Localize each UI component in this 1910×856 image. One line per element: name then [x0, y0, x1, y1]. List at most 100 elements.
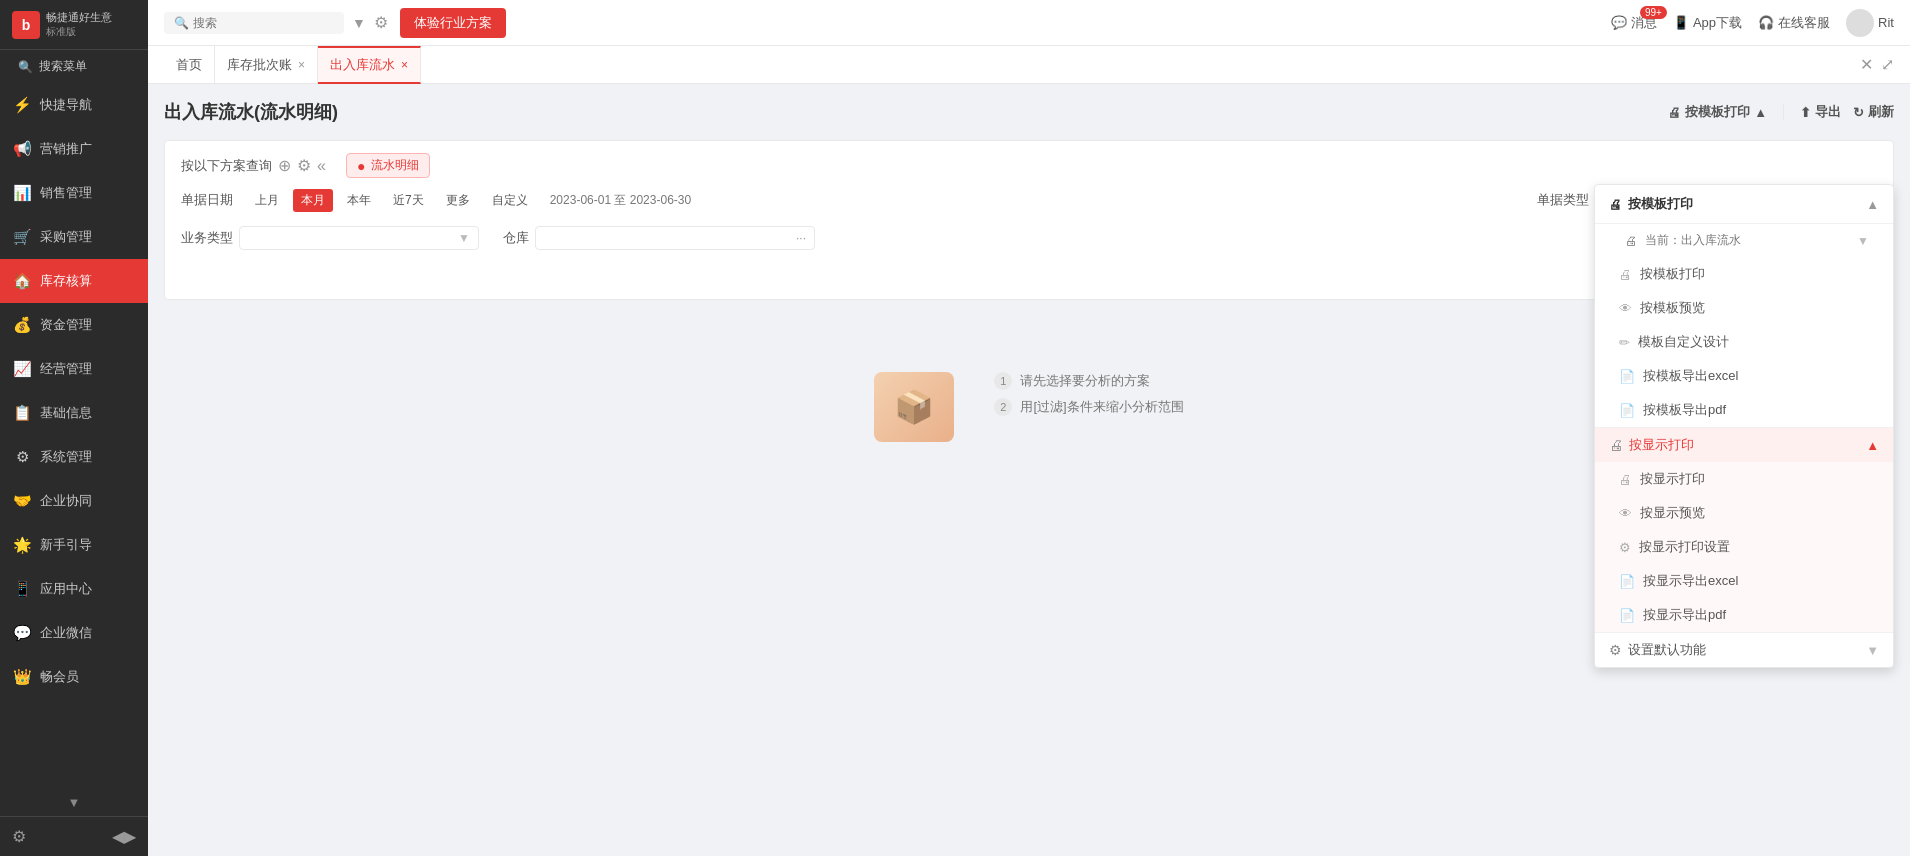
header-right: 💬 消息 99+ 📱 App下载 🎧 在线客服 Rit [1611, 9, 1894, 37]
header-dropdown-icon[interactable]: ▼ [352, 15, 366, 31]
filter-collapse-icon[interactable]: « [317, 157, 326, 175]
cooperation-icon: 🤝 [12, 491, 32, 511]
sidebar-item-guide[interactable]: 🌟 新手引导 [0, 523, 148, 567]
search-icon: 🔍 [18, 60, 33, 74]
settings-icon[interactable]: ⚙ [12, 827, 26, 846]
template-custom-icon: ✏ [1619, 335, 1630, 350]
print-dropdown-icon[interactable]: ▲ [1754, 105, 1767, 120]
display-print-settings-item[interactable]: ⚙ 按显示打印设置 [1595, 530, 1893, 564]
empty-content: 📦 1 请先选择要分析的方案 2 用[过滤]条件来缩小分析范围 [874, 372, 1183, 442]
header-gear-icon[interactable]: ⚙ [374, 13, 388, 32]
app-download-item[interactable]: 📱 App下载 [1673, 14, 1742, 32]
header-search-box[interactable]: 🔍 [164, 12, 344, 34]
date-more-btn[interactable]: 更多 [438, 189, 478, 212]
filter-settings-icon[interactable]: ⚙ [297, 156, 311, 175]
display-export-pdf-label: 按显示导出pdf [1643, 606, 1726, 624]
template-print-icon: 🖨 [1619, 267, 1632, 282]
display-print-icon: 🖨 [1619, 472, 1632, 487]
sidebar-item-label: 采购管理 [40, 228, 92, 246]
online-service-label: 在线客服 [1778, 14, 1830, 32]
print-dropdown-panel: 🖨 按模板打印 ▲ 🖨 当前：出入库流水 ▼ 🖨 按模板打印 [1594, 184, 1894, 668]
filter-tag: ● 流水明细 [346, 153, 430, 178]
tab-batch-account-close[interactable]: × [298, 58, 305, 72]
sidebar-scroll-down[interactable]: ▼ [0, 789, 148, 816]
headphone-icon: 🎧 [1758, 15, 1774, 30]
tab-batch-account[interactable]: 库存批次账 × [215, 46, 318, 84]
set-default-label: 设置默认功能 [1628, 641, 1706, 659]
display-export-pdf-item[interactable]: 📄 按显示导出pdf [1595, 598, 1893, 632]
sidebar-item-purchase[interactable]: 🛒 采购管理 [0, 215, 148, 259]
collapse-sidebar-icon[interactable]: ◀▶ [112, 827, 136, 846]
marketing-icon: 📢 [12, 139, 32, 159]
biz-type-label: 业务类型 [181, 229, 233, 247]
tab-flow[interactable]: 出入库流水 × [318, 46, 421, 84]
trial-button[interactable]: 体验行业方案 [400, 8, 506, 38]
sidebar-item-system[interactable]: ⚙ 系统管理 [0, 435, 148, 479]
app-name: 畅捷通好生意 [46, 10, 112, 24]
sidebar-item-finance[interactable]: 💰 资金管理 [0, 303, 148, 347]
template-custom-item[interactable]: ✏ 模板自定义设计 [1595, 325, 1893, 359]
app-version: 标准版 [46, 25, 112, 39]
dropdown-title: 🖨 按模板打印 [1609, 195, 1693, 213]
tab-home[interactable]: 首页 [164, 46, 215, 84]
date-from: 2023-06-01 [550, 193, 611, 207]
sidebar-item-label: 资金管理 [40, 316, 92, 334]
box-icon: 📦 [894, 388, 934, 426]
tab-flow-close[interactable]: × [401, 58, 408, 72]
date-7days-btn[interactable]: 近7天 [385, 189, 432, 212]
filter-label-text: 按以下方案查询 [181, 157, 272, 175]
doc-type-label: 单据类型 [1537, 191, 1589, 209]
user-avatar-item[interactable]: Rit [1846, 9, 1894, 37]
display-section-title: 🖨 按显示打印 [1609, 436, 1694, 454]
sidebar-item-sales[interactable]: 📊 销售管理 [0, 171, 148, 215]
hint-num-2: 2 [994, 398, 1012, 416]
sidebar-item-quick-nav[interactable]: ⚡ 快捷导航 [0, 83, 148, 127]
warehouse-field[interactable]: ··· [535, 226, 815, 250]
search-input[interactable] [193, 16, 293, 30]
biz-type-field[interactable]: ▼ [239, 226, 479, 250]
sidebar-item-cooperation[interactable]: 🤝 企业协同 [0, 479, 148, 523]
message-badge: 99+ [1640, 6, 1667, 19]
template-export-pdf-item[interactable]: 📄 按模板导出pdf [1595, 393, 1893, 427]
date-this-month-btn[interactable]: 本月 [293, 189, 333, 212]
message-item[interactable]: 💬 消息 99+ [1611, 14, 1657, 32]
dropdown-current-item[interactable]: 🖨 当前：出入库流水 ▼ [1595, 224, 1893, 257]
online-service-item[interactable]: 🎧 在线客服 [1758, 14, 1830, 32]
date-this-year-btn[interactable]: 本年 [339, 189, 379, 212]
display-export-excel-item[interactable]: 📄 按显示导出excel [1595, 564, 1893, 598]
sidebar-search[interactable]: 🔍 搜索菜单 [0, 50, 148, 83]
display-section-header[interactable]: 🖨 按显示打印 ▲ [1595, 428, 1893, 462]
template-export-excel-item[interactable]: 📄 按模板导出excel [1595, 359, 1893, 393]
filter-tag-icon: ● [357, 158, 365, 174]
export-button[interactable]: ⬆ 导出 [1800, 103, 1841, 121]
sidebar-item-label: 销售管理 [40, 184, 92, 202]
dropdown-arrow-icon[interactable]: ▲ [1866, 197, 1879, 212]
template-preview-item[interactable]: 👁 按模板预览 [1595, 291, 1893, 325]
refresh-button[interactable]: ↻ 刷新 [1853, 103, 1894, 121]
sidebar-item-basics[interactable]: 📋 基础信息 [0, 391, 148, 435]
warehouse-inner: ··· [544, 231, 806, 245]
sidebar-item-marketing[interactable]: 📢 营销推广 [0, 127, 148, 171]
sidebar-item-member[interactable]: 👑 畅会员 [0, 655, 148, 699]
print-button[interactable]: 🖨 按模板打印 ▲ [1668, 103, 1767, 121]
sidebar-item-wechat[interactable]: 💬 企业微信 [0, 611, 148, 655]
display-preview-item[interactable]: 👁 按显示预览 [1595, 496, 1893, 530]
tab-close-all-icon[interactable]: ✕ [1860, 55, 1873, 74]
warehouse-more-icon[interactable]: ··· [796, 231, 806, 245]
biz-dropdown-icon[interactable]: ▼ [458, 231, 470, 245]
inventory-icon: 🏠 [12, 271, 32, 291]
display-pdf-icon: 📄 [1619, 608, 1635, 623]
filter-add-icon[interactable]: ⊕ [278, 156, 291, 175]
date-range-display: 2023-06-01 至 2023-06-30 [550, 192, 691, 209]
date-last-month-btn[interactable]: 上月 [247, 189, 287, 212]
sidebar-item-app-center[interactable]: 📱 应用中心 [0, 567, 148, 611]
sidebar-item-operations[interactable]: 📈 经营管理 [0, 347, 148, 391]
template-print-item[interactable]: 🖨 按模板打印 [1595, 257, 1893, 291]
display-print-item[interactable]: 🖨 按显示打印 [1595, 462, 1893, 496]
logo-icon: b [12, 11, 40, 39]
sidebar-bottom: ⚙ ◀▶ [0, 816, 148, 856]
finance-icon: 💰 [12, 315, 32, 335]
tab-expand-icon[interactable]: ⤢ [1881, 55, 1894, 74]
date-custom-btn[interactable]: 自定义 [484, 189, 536, 212]
sidebar-item-inventory[interactable]: 🏠 库存核算 [0, 259, 148, 303]
